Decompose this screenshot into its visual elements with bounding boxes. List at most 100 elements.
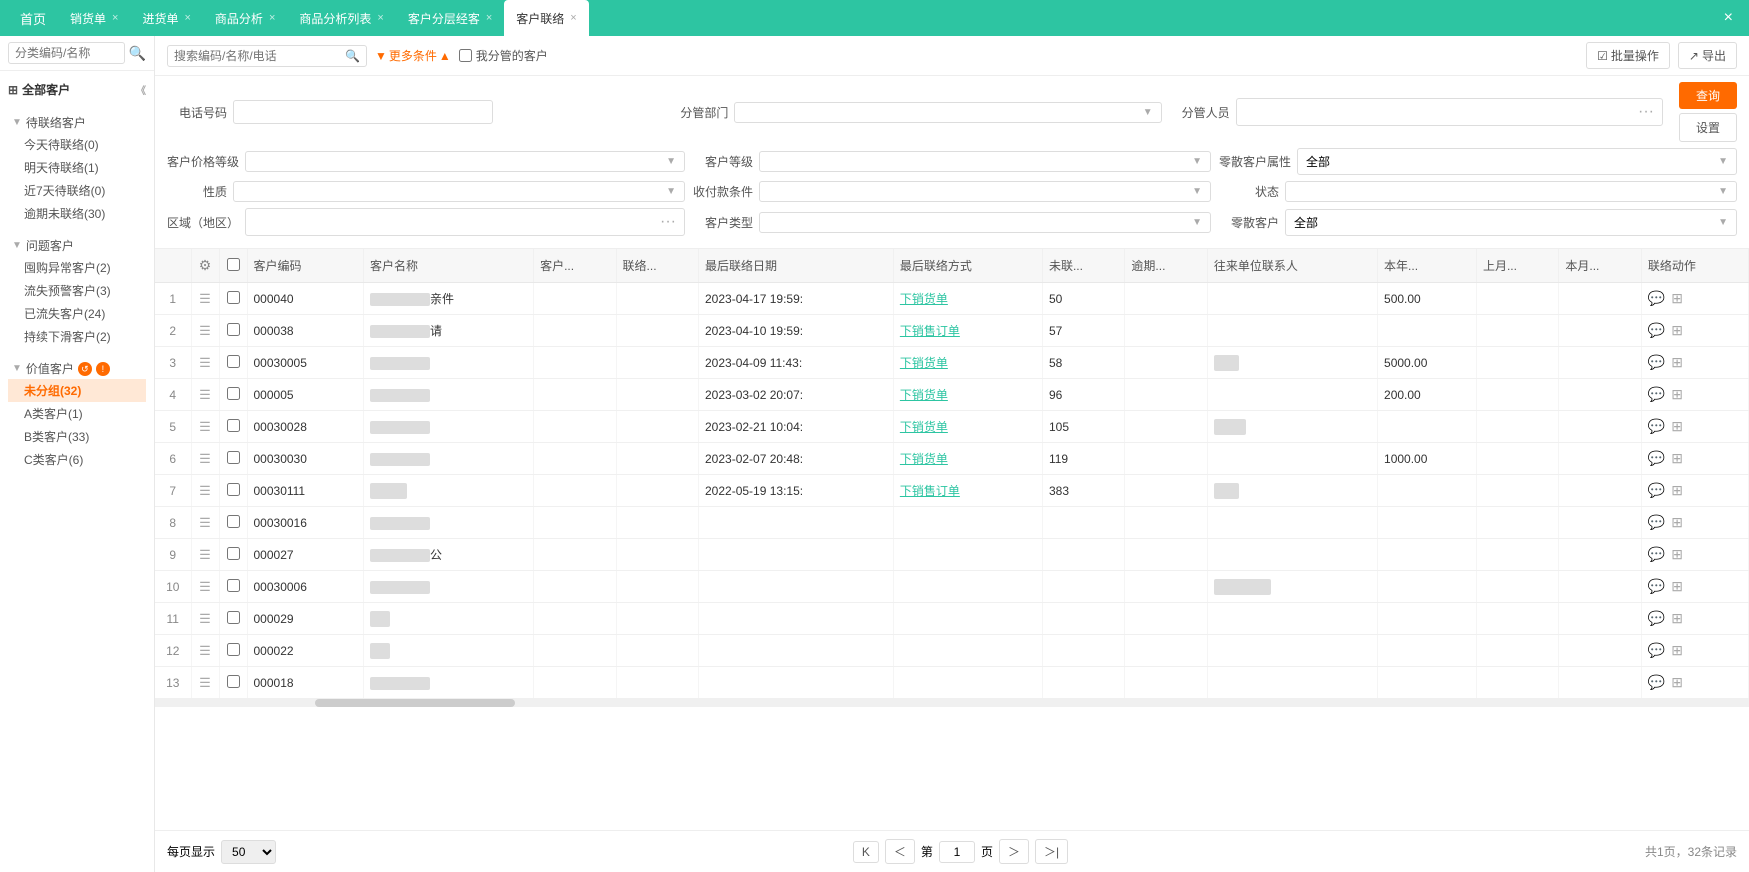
row-checkbox[interactable] [227, 355, 240, 368]
sidebar-problem-group[interactable]: ▼ 问题客户 [8, 233, 146, 256]
sidebar-value-group[interactable]: ▼ 价值客户 ↺ ! [8, 356, 146, 379]
person-dots-icon[interactable]: ··· [1638, 103, 1654, 121]
last-page-btn[interactable]: ＞| [1035, 839, 1068, 864]
nav-tab-customer-tier[interactable]: 客户分层经客 × [396, 0, 504, 36]
row-checkbox[interactable] [227, 643, 240, 656]
close-tab-product-analysis[interactable]: × [269, 12, 275, 24]
grid-action-icon[interactable]: ⊞ [1671, 386, 1683, 403]
search-input[interactable] [174, 49, 345, 63]
chat-icon[interactable]: 💬 [1648, 418, 1665, 435]
grid-action-icon[interactable]: ⊞ [1671, 354, 1683, 371]
row-checkbox[interactable] [227, 291, 240, 304]
grid-action-icon[interactable]: ⊞ [1671, 514, 1683, 531]
close-tab-customer-contact[interactable]: × [570, 12, 576, 24]
sidebar-all-customers[interactable]: ⊞ 全部客户 《 [8, 77, 146, 102]
search-icon[interactable]: 🔍 [345, 49, 360, 63]
my-customers-checkbox[interactable]: 我分管的客户 [459, 47, 548, 64]
retail-select[interactable]: 全部 ▼ [1285, 209, 1737, 236]
grid-action-icon[interactable]: ⊞ [1671, 546, 1683, 563]
dept-select[interactable]: ▼ [734, 102, 1161, 123]
row-icon1[interactable]: ☰ [199, 291, 211, 306]
sidebar-item-c-class[interactable]: C类客户(6) [8, 448, 146, 471]
chat-icon[interactable]: 💬 [1648, 642, 1665, 659]
row-icon1[interactable]: ☰ [199, 451, 211, 466]
row-icon1[interactable]: ☰ [199, 419, 211, 434]
last-way-link[interactable]: 下销货单 [900, 420, 948, 434]
chat-icon[interactable]: 💬 [1648, 514, 1665, 531]
refresh-icon[interactable]: ↺ [78, 362, 92, 376]
chat-icon[interactable]: 💬 [1648, 674, 1665, 691]
query-button[interactable]: 查询 [1679, 82, 1737, 109]
row-icon1[interactable]: ☰ [199, 515, 211, 530]
grid-action-icon[interactable]: ⊞ [1671, 578, 1683, 595]
price-level-select[interactable]: ▼ [245, 151, 685, 172]
sidebar-item-ungroup[interactable]: 未分组(32) [8, 379, 146, 402]
last-way-link[interactable]: 下销货单 [900, 452, 948, 466]
batch-operation-btn[interactable]: ☑ 批量操作 [1586, 42, 1670, 69]
nav-tab-customer-contact[interactable]: 客户联络 × [504, 0, 588, 36]
last-way-link[interactable]: 下销售订单 [900, 484, 960, 498]
sidebar-item-abnormal[interactable]: 囤购异常客户(2) [8, 256, 146, 279]
chat-icon[interactable]: 💬 [1648, 578, 1665, 595]
region-dots-icon[interactable]: ··· [660, 213, 676, 231]
row-icon1[interactable]: ☰ [199, 611, 211, 626]
nav-home-tab[interactable]: 首页 [8, 9, 58, 28]
row-checkbox[interactable] [227, 483, 240, 496]
chat-icon[interactable]: 💬 [1648, 290, 1665, 307]
close-tab-sales[interactable]: × [112, 12, 118, 24]
nav-tab-product-analysis[interactable]: 商品分析 × [203, 0, 287, 36]
more-conditions-btn[interactable]: ▼ 更多条件 ▲ [375, 47, 451, 64]
select-all-checkbox[interactable] [227, 258, 240, 271]
grid-action-icon[interactable]: ⊞ [1671, 418, 1683, 435]
row-icon1[interactable]: ☰ [199, 355, 211, 370]
row-checkbox[interactable] [227, 387, 240, 400]
sidebar-item-declining[interactable]: 持续下滑客户(2) [8, 325, 146, 348]
row-icon1[interactable]: ☰ [199, 483, 211, 498]
grid-action-icon[interactable]: ⊞ [1671, 642, 1683, 659]
chat-icon[interactable]: 💬 [1648, 546, 1665, 563]
region-select[interactable]: ··· [245, 208, 685, 236]
chat-icon[interactable]: 💬 [1648, 354, 1665, 371]
row-icon1[interactable]: ☰ [199, 643, 211, 658]
export-btn[interactable]: ↗ 导出 [1678, 42, 1737, 69]
last-way-link[interactable]: 下销货单 [900, 356, 948, 370]
sidebar-pending-group[interactable]: ▼ 待联络客户 [8, 110, 146, 133]
sidebar-item-7days[interactable]: 近7天待联络(0) [8, 179, 146, 202]
chat-icon[interactable]: 💬 [1648, 450, 1665, 467]
col-checkbox-all[interactable] [219, 249, 247, 283]
row-checkbox[interactable] [227, 419, 240, 432]
sidebar-search-icon[interactable]: 🔍 [129, 45, 146, 62]
last-way-link[interactable]: 下销售订单 [900, 324, 960, 338]
row-icon1[interactable]: ☰ [199, 675, 211, 690]
close-tab-purchase[interactable]: × [184, 12, 190, 24]
page-input[interactable] [939, 841, 975, 863]
row-icon1[interactable]: ☰ [199, 547, 211, 562]
sidebar-item-churned[interactable]: 已流失客户(24) [8, 302, 146, 325]
sidebar-item-today[interactable]: 今天待联络(0) [8, 133, 146, 156]
row-checkbox[interactable] [227, 611, 240, 624]
grid-action-icon[interactable]: ⊞ [1671, 290, 1683, 307]
next-page-btn[interactable]: ＞ [999, 839, 1029, 864]
row-checkbox[interactable] [227, 451, 240, 464]
status-select[interactable]: ▼ [1285, 181, 1737, 202]
level-select[interactable]: ▼ [759, 151, 1211, 172]
type-select[interactable]: ▼ [759, 212, 1211, 233]
horizontal-scrollbar[interactable] [155, 699, 1749, 707]
phone-input[interactable] [233, 100, 493, 124]
row-checkbox[interactable] [227, 675, 240, 688]
sidebar-item-churn-warning[interactable]: 流失预警客户(3) [8, 279, 146, 302]
reset-button[interactable]: 设置 [1679, 113, 1737, 142]
my-customers-check-input[interactable] [459, 49, 472, 62]
chat-icon[interactable]: 💬 [1648, 386, 1665, 403]
page-size-select[interactable]: 50 100 200 [221, 840, 276, 864]
sidebar-search-input[interactable] [8, 42, 125, 64]
row-icon1[interactable]: ☰ [199, 579, 211, 594]
first-page-btn[interactable]: K [853, 841, 879, 863]
prev-page-btn[interactable]: ＜ [885, 839, 915, 864]
close-tab-product-list[interactable]: × [377, 12, 383, 24]
nav-tab-purchase[interactable]: 进货单 × [130, 0, 202, 36]
grid-action-icon[interactable]: ⊞ [1671, 610, 1683, 627]
close-tab-customer-tier[interactable]: × [486, 12, 492, 24]
person-select[interactable]: ··· [1236, 98, 1663, 126]
attr-select[interactable]: 全部 ▼ [1297, 148, 1737, 175]
